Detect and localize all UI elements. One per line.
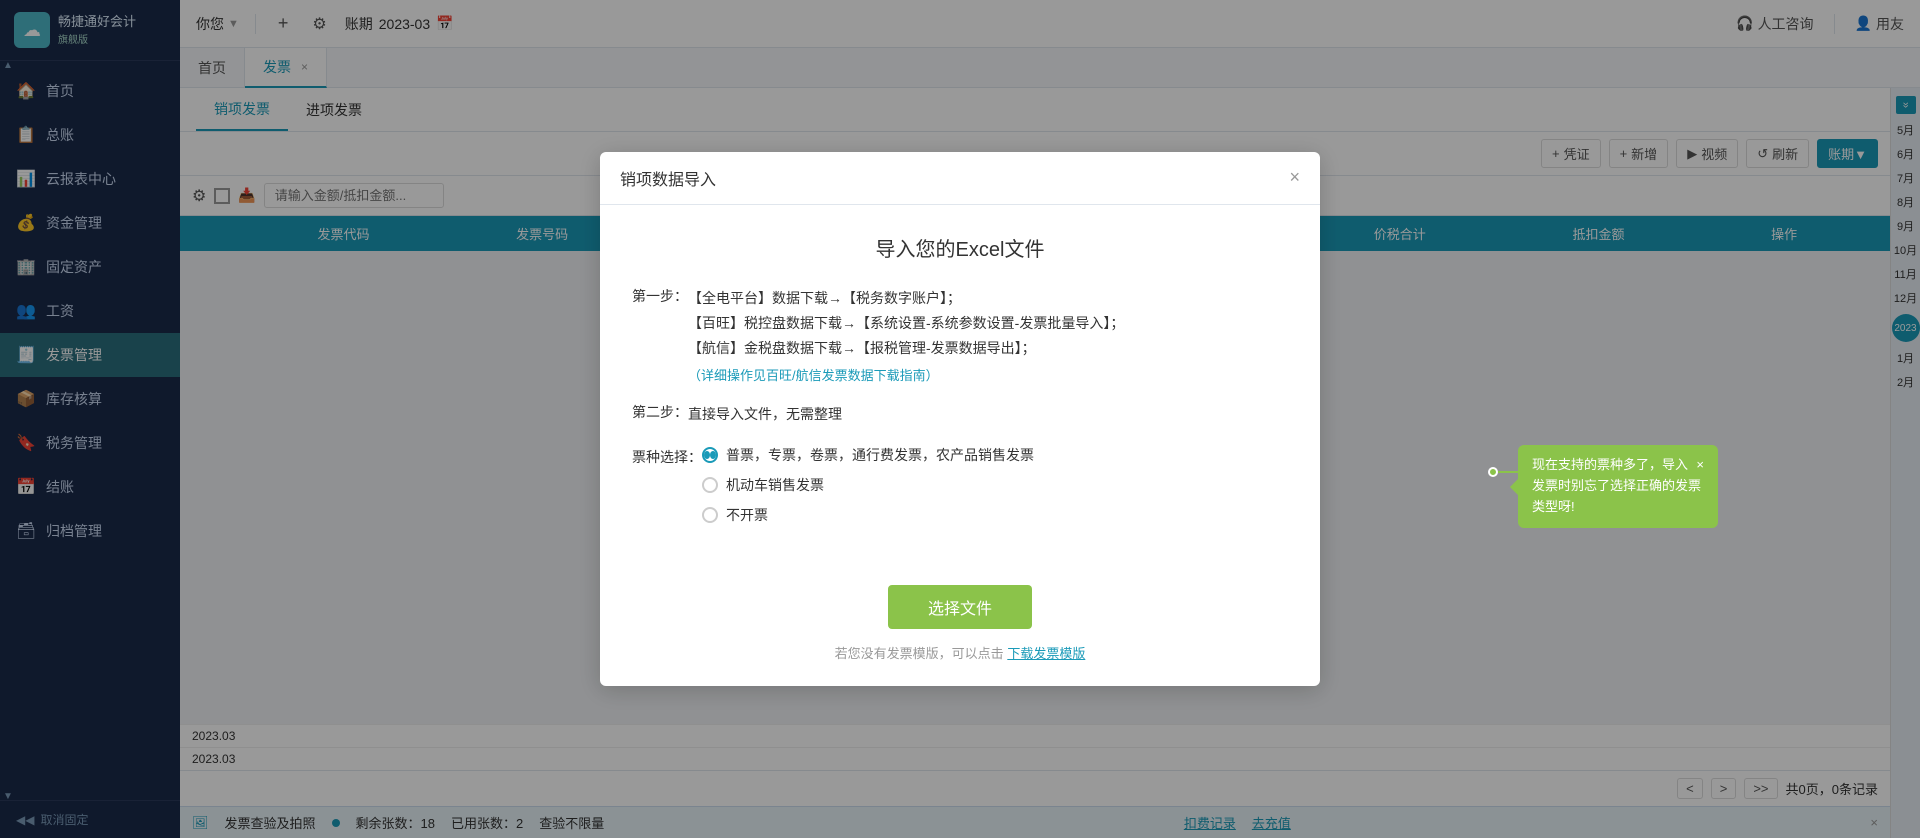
modal-header: 销项数据导入 × <box>600 152 1320 205</box>
step1-line-1: 【全电平台】数据下载→【税务数字账户】； <box>688 286 1124 311</box>
download-template-link[interactable]: 下载发票模版 <box>1007 646 1085 661</box>
modal-footer: 选择文件 若您没有发票模版，可以点击 下载发票模版 <box>600 569 1320 686</box>
radio-item-3[interactable]: 不开票 <box>702 505 1034 525</box>
step1-line-3: 【航信】金税盘数据下载→【报税管理-发票数据导出】； <box>688 336 1124 361</box>
modal-note: 若您没有发票模版，可以点击 下载发票模版 <box>632 643 1288 662</box>
step1-line-2: 【百旺】税控盘数据下载→【系统设置-系统参数设置-发票批量导入】； <box>688 311 1124 336</box>
radio-group: 普票，专票，卷票，通行费发票，农产品销售发票 机动车销售发票 不开票 <box>702 445 1034 535</box>
modal-close-btn[interactable]: × <box>1289 167 1300 188</box>
radio-3-circle <box>702 507 718 523</box>
radio-item-1[interactable]: 普票，专票，卷票，通行费发票，农产品销售发票 <box>702 445 1034 465</box>
ticket-label: 票种选择： <box>632 445 702 467</box>
tooltip-dot <box>1488 467 1498 477</box>
tooltip-close-btn[interactable]: × <box>1696 455 1704 476</box>
step2-row: 第二步： 直接导入文件，无需整理 <box>632 402 1288 427</box>
radio-2-label: 机动车销售发票 <box>726 475 824 495</box>
ticket-select-row: 票种选择： 普票，专票，卷票，通行费发票，农产品销售发票 机动车销售发票 <box>632 445 1288 535</box>
modal-main-title: 导入您的Excel文件 <box>632 233 1288 262</box>
radio-3-label: 不开票 <box>726 505 768 525</box>
modal-body: 导入您的Excel文件 第一步： 【全电平台】数据下载→【税务数字账户】； 【百… <box>600 205 1320 570</box>
radio-1-dot <box>704 451 710 459</box>
step1-lines: 【全电平台】数据下载→【税务数字账户】； 【百旺】税控盘数据下载→【系统设置-系… <box>688 286 1124 385</box>
step2-text: 直接导入文件，无需整理 <box>688 402 842 427</box>
step1-label: 第一步： <box>632 286 688 385</box>
select-file-button[interactable]: 选择文件 <box>888 585 1032 629</box>
step2-label: 第二步： <box>632 402 688 427</box>
radio-2-circle <box>702 477 718 493</box>
step1-row: 第一步： 【全电平台】数据下载→【税务数字账户】； 【百旺】税控盘数据下载→【系… <box>632 286 1288 385</box>
note-text: 若您没有发票模版，可以点击 <box>835 646 1004 661</box>
radio-item-2[interactable]: 机动车销售发票 <box>702 475 1034 495</box>
tooltip-text: 现在支持的票种多了，导入发票时别忘了选择正确的发票类型呀! <box>1532 457 1701 514</box>
radio-1-label: 普票，专票，卷票，通行费发票，农产品销售发票 <box>726 445 1034 465</box>
radio-1-circle <box>702 447 718 463</box>
step1-link[interactable]: （详细操作见百旺/航信发票数据下载指南） <box>688 365 1124 384</box>
step2-content: 第二步： 直接导入文件，无需整理 <box>632 402 1288 427</box>
import-modal: 销项数据导入 × 导入您的Excel文件 第一步： 【全电平台】数据下载→【税务… <box>600 152 1320 687</box>
tooltip-popup: × 现在支持的票种多了，导入发票时别忘了选择正确的发票类型呀! <box>1518 445 1718 527</box>
modal-overlay: 销项数据导入 × 导入您的Excel文件 第一步： 【全电平台】数据下载→【税务… <box>0 0 1920 838</box>
step1-content: 第一步： 【全电平台】数据下载→【税务数字账户】； 【百旺】税控盘数据下载→【系… <box>632 286 1288 385</box>
modal-title: 销项数据导入 <box>620 166 716 190</box>
